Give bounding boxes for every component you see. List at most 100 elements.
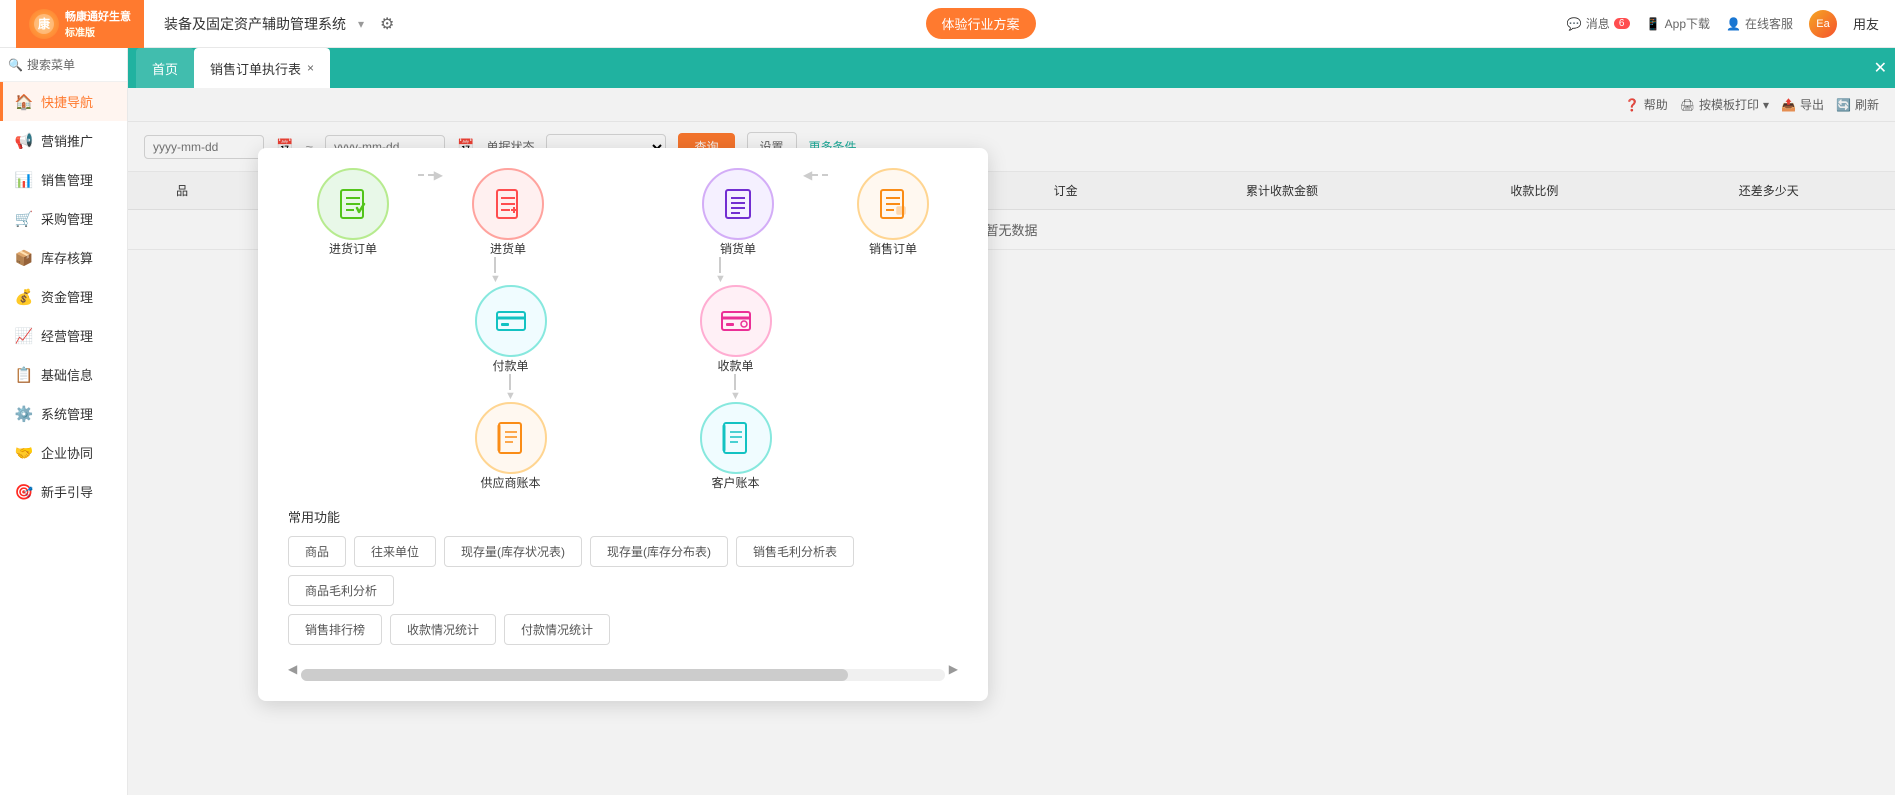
- main-area: 🔍 搜索菜单 🏠 快捷导航 📢 营销推广 📊 销售管理 🛒 采购管理 📦: [0, 48, 1895, 795]
- basic-info-icon: 📋: [15, 366, 33, 384]
- logo-main-text: 畅康通好生意: [65, 8, 131, 24]
- func-btn-payment-stats[interactable]: 付款情况统计: [504, 614, 610, 645]
- scrollbar-thumb: [301, 669, 848, 681]
- receipt-circle[interactable]: [700, 285, 772, 357]
- flow-label-purchase-bill: 进货单: [490, 240, 526, 257]
- download-icon: 📱: [1646, 17, 1661, 31]
- sidebar-search[interactable]: 🔍 搜索菜单: [0, 48, 127, 82]
- popup-box: 进货订单 ▶: [258, 148, 988, 701]
- enterprise-icon: 🤝: [15, 444, 33, 462]
- supplier-ledger-circle[interactable]: [475, 402, 547, 474]
- online-service-btn[interactable]: 👤 在线客服: [1726, 15, 1793, 32]
- sidebar-item-system[interactable]: ⚙️ 系统管理: [0, 394, 127, 433]
- operations-icon: 📈: [15, 327, 33, 345]
- flow-diagram: 进货订单 ▶: [288, 168, 958, 491]
- popup-overlay: 进货订单 ▶: [128, 88, 1895, 795]
- user-avatar[interactable]: Ea: [1809, 10, 1837, 38]
- avatar-initial: Ea: [1816, 18, 1829, 30]
- func-btn-stock-dist[interactable]: 现存量(库存分布表): [590, 536, 728, 567]
- message-btn[interactable]: 💬 消息 6: [1567, 15, 1630, 32]
- tab-home-label: 首页: [152, 59, 178, 78]
- tab-bar: 首页 销售订单执行表 × ✕: [128, 48, 1895, 88]
- flow-node-payment: 付款单: [418, 285, 603, 374]
- sidebar-item-purchase[interactable]: 🛒 采购管理: [0, 199, 127, 238]
- purchase-icon: 🛒: [15, 210, 33, 228]
- sidebar-item-basic-info[interactable]: 📋 基础信息: [0, 355, 127, 394]
- func-buttons: 商品 往来单位 现存量(库存状况表) 现存量(库存分布表) 销售毛利分析表 商品…: [288, 536, 958, 606]
- tab-bar-close-btn[interactable]: ✕: [1874, 58, 1887, 78]
- tab-sales-order[interactable]: 销售订单执行表 ×: [194, 48, 330, 88]
- service-icon: 👤: [1726, 17, 1741, 31]
- online-service-label: 在线客服: [1745, 15, 1793, 32]
- flow-node-customer-ledger: 客户账本: [671, 402, 801, 491]
- flow-label-sales-order: 销售订单: [869, 240, 917, 257]
- sidebar-item-inventory[interactable]: 📦 库存核算: [0, 238, 127, 277]
- inventory-icon: 📦: [15, 249, 33, 267]
- tab-home[interactable]: 首页: [136, 48, 194, 88]
- message-badge: 6: [1614, 18, 1630, 29]
- func-btn-goods[interactable]: 商品: [288, 536, 346, 567]
- sidebar-item-marketing[interactable]: 📢 营销推广: [0, 121, 127, 160]
- sales-icon: 📊: [15, 171, 33, 189]
- flow-node-sales-order: 销售订单: [828, 168, 958, 257]
- popup-scrollbar[interactable]: [301, 669, 945, 681]
- logo-icon: 康: [29, 9, 59, 39]
- sidebar-label-operations: 经营管理: [41, 326, 93, 345]
- sidebar-label-sales: 销售管理: [41, 170, 93, 189]
- top-bar: 康 畅康通好生意 标准版 装备及固定资产辅助管理系统 ▾ ⚙ 体验行业方案 💬 …: [0, 0, 1895, 48]
- flow-node-sales-bill: 销货单: [673, 168, 803, 257]
- flow-node-purchase-order: 进货订单: [288, 168, 418, 257]
- flow-label-customer-ledger: 客户账本: [711, 474, 759, 491]
- flow-label-sales-bill: 销货单: [720, 240, 756, 257]
- system-title: 装备及固定资产辅助管理系统: [164, 14, 346, 34]
- flow-node-receipt: 收款单: [643, 285, 828, 374]
- func-btn-sales-rank[interactable]: 销售排行榜: [288, 614, 382, 645]
- sidebar-item-operations[interactable]: 📈 经营管理: [0, 316, 127, 355]
- func-btn-goods-margin[interactable]: 商品毛利分析: [288, 575, 394, 606]
- quick-nav-icon: 🏠: [15, 93, 33, 111]
- message-label: 消息: [1586, 15, 1610, 32]
- sidebar-item-quick-nav[interactable]: 🏠 快捷导航: [0, 82, 127, 121]
- sidebar-label-enterprise: 企业协同: [41, 443, 93, 462]
- logo-text: 畅康通好生意 标准版: [65, 8, 131, 39]
- sidebar-label-basic-info: 基础信息: [41, 365, 93, 384]
- sidebar-item-enterprise[interactable]: 🤝 企业协同: [0, 433, 127, 472]
- func-btn-sales-margin[interactable]: 销售毛利分析表: [736, 536, 854, 567]
- flow-row-1: 进货订单 ▶: [288, 168, 958, 257]
- sidebar-label-purchase: 采购管理: [41, 209, 93, 228]
- popup-scroll-area: ◀ ▶: [288, 657, 958, 681]
- flow-label-receipt: 收款单: [717, 357, 753, 374]
- marketing-icon: 📢: [15, 132, 33, 150]
- tab-close-icon[interactable]: ×: [307, 61, 314, 75]
- sales-order-circle[interactable]: [857, 168, 929, 240]
- sidebar-item-finance[interactable]: 💰 资金管理: [0, 277, 127, 316]
- svg-text:康: 康: [38, 16, 51, 31]
- common-functions: 常用功能 商品 往来单位 现存量(库存状况表) 现存量(库存分布表) 销售毛利分…: [288, 507, 958, 645]
- settings-icon[interactable]: ⚙: [380, 14, 394, 34]
- scroll-left-btn[interactable]: ◀: [288, 662, 297, 676]
- sales-bill-circle[interactable]: [702, 168, 774, 240]
- arrow-4-3: ◀: [803, 168, 828, 210]
- flow-row-3: 供应商账本 客户账本: [288, 402, 958, 491]
- app-download-label: App下载: [1665, 15, 1710, 32]
- app-download-btn[interactable]: 📱 App下载: [1646, 15, 1710, 32]
- arrow-down-sales: ▼: [673, 257, 828, 285]
- dropdown-arrow-icon[interactable]: ▾: [358, 17, 364, 31]
- sidebar-item-guide[interactable]: 🎯 新手引导: [0, 472, 127, 511]
- sidebar-item-sales[interactable]: 📊 销售管理: [0, 160, 127, 199]
- customer-ledger-circle[interactable]: [700, 402, 772, 474]
- username-label: 用友: [1853, 14, 1879, 33]
- func-btn-stock-status[interactable]: 现存量(库存状况表): [444, 536, 582, 567]
- purchase-bill-circle[interactable]: [472, 168, 544, 240]
- func-btn-partner[interactable]: 往来单位: [354, 536, 436, 567]
- top-bar-right: 💬 消息 6 📱 App下载 👤 在线客服 Ea 用友: [1567, 10, 1879, 38]
- payment-circle[interactable]: [475, 285, 547, 357]
- arrow-1-2: ▶: [418, 168, 443, 210]
- trial-btn[interactable]: 体验行业方案: [926, 8, 1036, 39]
- scroll-right-btn[interactable]: ▶: [949, 662, 958, 676]
- flow-node-supplier-ledger: 供应商账本: [446, 402, 576, 491]
- purchase-order-circle[interactable]: [317, 168, 389, 240]
- func-btn-receipt-stats[interactable]: 收款情况统计: [390, 614, 496, 645]
- flow-down-arrows: ▼ ▼: [288, 257, 958, 285]
- sidebar-label-inventory: 库存核算: [41, 248, 93, 267]
